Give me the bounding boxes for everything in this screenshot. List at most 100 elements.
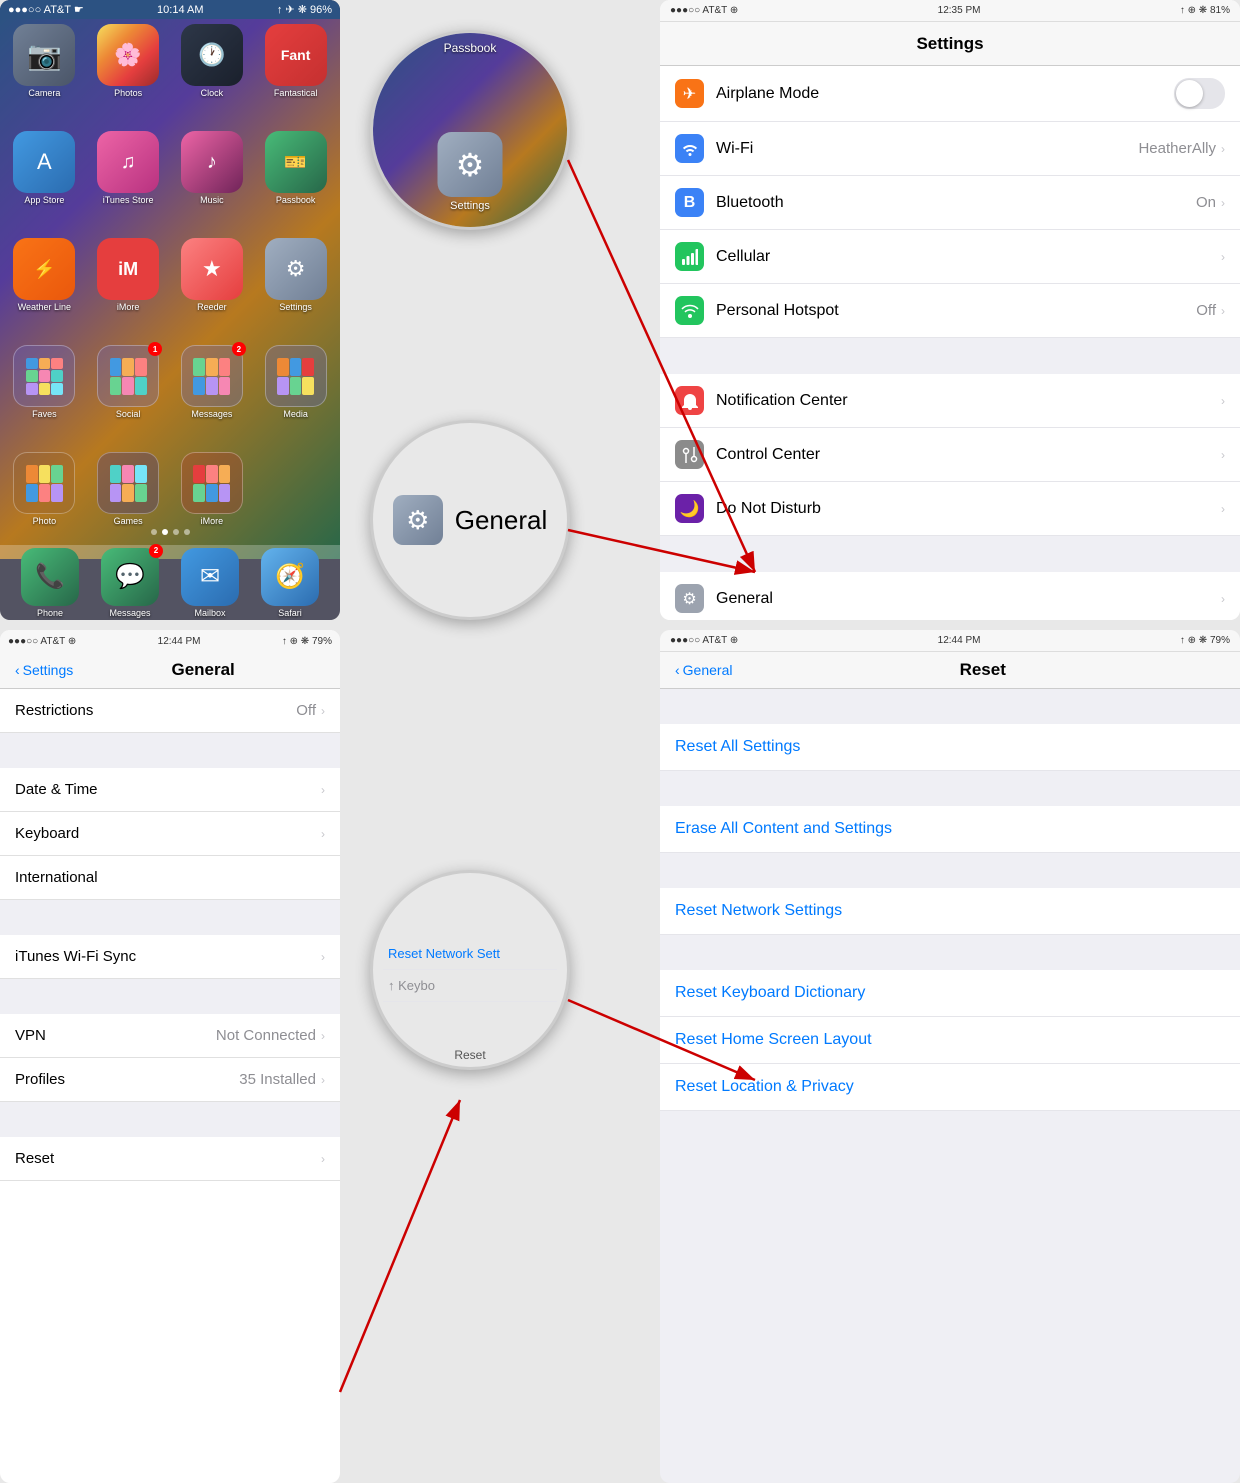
do-not-disturb-label: Do Not Disturb [716,500,1221,518]
general-row[interactable]: ⚙ General › [660,572,1240,620]
home-screen-wallpaper: 📷 Camera 🌸 Photos 🕐 Clock Fant Fantastic… [0,19,340,559]
page-dot [184,529,190,535]
app-music[interactable]: ♪ Music [173,131,252,233]
messages-dock-icon: 💬 2 [101,548,159,606]
keyboard-item[interactable]: Keyboard › [0,812,340,856]
app-camera[interactable]: 📷 Camera [5,24,84,126]
reset-all-settings-item[interactable]: Reset All Settings [660,724,1240,771]
reset-keyboard-zoom-label: ↑ Keybo [383,970,557,1002]
general-settings-list: Restrictions Off › Date & Time › Keyboar… [0,689,340,1181]
date-time-item[interactable]: Date & Time › [0,768,340,812]
itunes-wifi-sync-item[interactable]: iTunes Wi-Fi Sync › [0,935,340,979]
page-dot-active [162,529,168,535]
general-icon: ⚙ [675,584,704,613]
profiles-label: Profiles [15,1071,65,1088]
carrier-signal: ●●●○○ AT&T ☛ [8,3,84,16]
settings-nav-bar: Settings [660,22,1240,66]
airplane-mode-row[interactable]: ✈ Airplane Mode [660,66,1240,122]
reset-location-privacy-item[interactable]: Reset Location & Privacy [660,1064,1240,1111]
page-dot [151,529,157,535]
folder-faves-label: Faves [32,409,57,419]
wifi-label: Wi-Fi [716,140,1138,158]
app-settings[interactable]: ⚙ Settings [256,238,335,340]
dock-mailbox-label: Mailbox [194,608,225,618]
settings-back-button[interactable]: ‹ Settings [15,662,73,678]
reset-settings-screen: ●●●○○ AT&T ⊕ 12:44 PM ↑ ⊕ ❋ 79% ‹ Genera… [660,630,1240,1483]
app-clock[interactable]: 🕐 Clock [173,24,252,126]
dock-phone[interactable]: 📞 Phone [21,548,79,618]
app-weatherline[interactable]: ⚡ Weather Line [5,238,84,340]
folder-media[interactable]: Media [256,345,335,447]
bluetooth-chevron-icon: › [1221,196,1225,210]
reset-keyboard-dictionary-item[interactable]: Reset Keyboard Dictionary [660,970,1240,1017]
profiles-item[interactable]: Profiles 35 Installed › [0,1058,340,1102]
general-back-button[interactable]: ‹ General [675,662,732,678]
app-appstore-label: App Store [24,195,64,205]
app-appstore[interactable]: A App Store [5,131,84,233]
app-imore[interactable]: iM iMore [89,238,168,340]
keyboard-chevron-icon: › [321,827,325,841]
app-photos[interactable]: 🌸 Photos [89,24,168,126]
reset-all-settings-label: Reset All Settings [675,738,800,755]
folder-messages[interactable]: 2 Messages [173,345,252,447]
international-item[interactable]: International [0,856,340,900]
cellular-row[interactable]: Cellular › [660,230,1240,284]
photo-folder-icon [13,452,75,514]
page-dot [173,529,179,535]
notification-center-row[interactable]: Notification Center › [660,374,1240,428]
control-center-row[interactable]: Control Center › [660,428,1240,482]
general-zoom-label: General [455,505,548,536]
restrictions-chevron-icon: › [321,704,325,718]
wifi-icon [675,134,704,163]
reset-item[interactable]: Reset › [0,1137,340,1181]
folder-social[interactable]: 1 Social [89,345,168,447]
battery-general: ↑ ⊕ ❋ 79% [282,636,332,647]
vpn-item[interactable]: VPN Not Connected › [0,1014,340,1058]
app-passbook-label: Passbook [276,195,316,205]
reset-home-screen-item[interactable]: Reset Home Screen Layout [660,1017,1240,1064]
restrictions-item[interactable]: Restrictions Off › [0,689,340,733]
app-itunes[interactable]: ♫ iTunes Store [89,131,168,233]
reset-section-gap-bottom [660,1111,1240,1146]
bluetooth-row[interactable]: B Bluetooth On › [660,176,1240,230]
hotspot-row[interactable]: Personal Hotspot Off › [660,284,1240,338]
phone-status-bar: ●●●○○ AT&T ☛ 10:14 AM ↑ ✈ ❋ 96% [0,0,340,19]
general-zoom-circle: ⚙ General [370,420,570,620]
app-fantastical[interactable]: Fant Fantastical [256,24,335,126]
reset-section-gap-3 [660,935,1240,970]
games-folder-icon [97,452,159,514]
folder-faves[interactable]: Faves [5,345,84,447]
dock-safari[interactable]: 🧭 Safari [261,548,319,618]
date-time-right: › [321,783,325,797]
faves-folder-icon [13,345,75,407]
section-gap-4 [0,1102,340,1137]
app-weatherline-label: Weather Line [18,302,71,312]
reset-home-screen-label: Reset Home Screen Layout [675,1031,872,1048]
dock-mailbox[interactable]: ✉ Mailbox [181,548,239,618]
app-passbook[interactable]: 🎫 Passbook [256,131,335,233]
dock-messages[interactable]: 💬 2 Messages [101,548,159,618]
control-center-icon [675,440,704,469]
settings-icon: ⚙ [265,238,327,300]
reset-section-gap-1 [660,771,1240,806]
weatherline-icon: ⚡ [13,238,75,300]
wifi-value: HeatherAlly [1138,140,1216,157]
do-not-disturb-row[interactable]: 🌙 Do Not Disturb › [660,482,1240,536]
general-chevron-icon: › [1221,592,1225,606]
mailbox-dock-icon: ✉ [181,548,239,606]
restrictions-value-text: Off [296,702,316,719]
itunes-icon: ♫ [97,131,159,193]
erase-all-content-item[interactable]: Erase All Content and Settings [660,806,1240,853]
profiles-chevron-icon: › [321,1073,325,1087]
camera-icon: 📷 [13,24,75,86]
app-reeder[interactable]: ★ Reeder [173,238,252,340]
keyboard-right: › [321,827,325,841]
settings-battery: ↑ ⊕ ❋ 81% [1180,5,1230,16]
media-folder-icon [265,345,327,407]
airplane-mode-toggle[interactable] [1174,78,1225,109]
appstore-icon: A [13,131,75,193]
wifi-row[interactable]: Wi-Fi HeatherAlly › [660,122,1240,176]
cellular-chevron-icon: › [1221,250,1225,264]
international-label: International [15,869,98,886]
reset-network-settings-item[interactable]: Reset Network Settings [660,888,1240,935]
